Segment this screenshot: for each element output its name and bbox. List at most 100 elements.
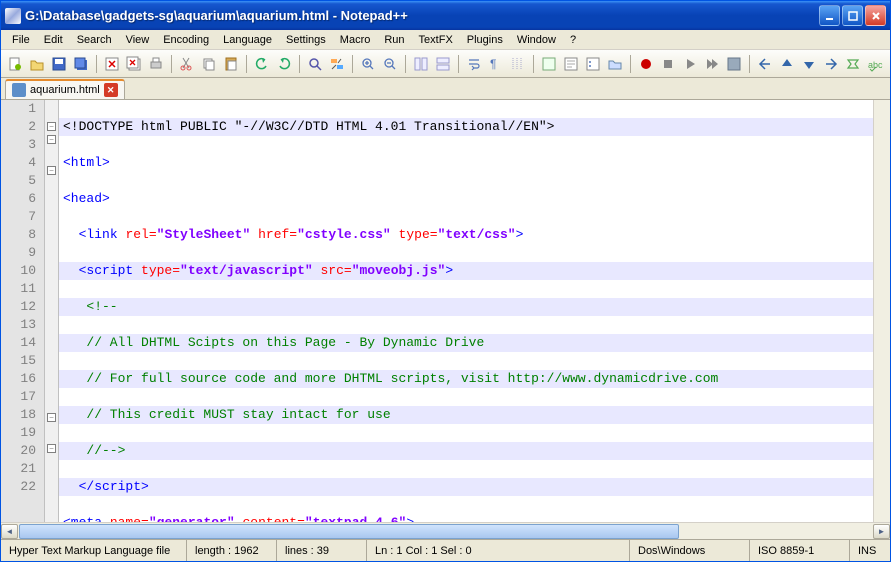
close-button[interactable]: [865, 5, 886, 26]
undo-icon[interactable]: [252, 54, 272, 74]
separator-icon: [246, 55, 247, 73]
tab-close-icon[interactable]: ✕: [104, 83, 118, 97]
scroll-thumb[interactable]: [19, 524, 679, 539]
separator-icon: [749, 55, 750, 73]
menu-edit[interactable]: Edit: [37, 32, 70, 48]
wrap-icon[interactable]: [464, 54, 484, 74]
tb-extra2-icon[interactable]: [777, 54, 797, 74]
menu-run[interactable]: Run: [377, 32, 411, 48]
menu-search[interactable]: Search: [70, 32, 119, 48]
stop-macro-icon[interactable]: [658, 54, 678, 74]
maximize-button[interactable]: [842, 5, 863, 26]
tb-extra6-icon[interactable]: abc: [865, 54, 885, 74]
close-all-icon[interactable]: [124, 54, 144, 74]
tab-label: aquarium.html: [30, 84, 100, 96]
menu-macro[interactable]: Macro: [333, 32, 378, 48]
save-all-icon[interactable]: [71, 54, 91, 74]
tb-extra5-icon[interactable]: [843, 54, 863, 74]
menu-help[interactable]: ?: [563, 32, 583, 48]
play-macro-icon[interactable]: [680, 54, 700, 74]
close-file-icon[interactable]: [102, 54, 122, 74]
separator-icon: [630, 55, 631, 73]
paste-icon[interactable]: [221, 54, 241, 74]
svg-text:abc: abc: [868, 60, 883, 70]
app-icon: [5, 8, 21, 24]
sync-v-icon[interactable]: [411, 54, 431, 74]
menu-window[interactable]: Window: [510, 32, 563, 48]
redo-icon[interactable]: [274, 54, 294, 74]
code-text: // All DHTML Scipts on this Page - By Dy…: [63, 335, 484, 350]
editor: 1 2 3 4 5 6 7 8 9 10 11 12 13 14 15 16 1…: [1, 100, 890, 522]
func-list-icon[interactable]: [583, 54, 603, 74]
tabbar: aquarium.html ✕: [1, 78, 890, 100]
horizontal-scrollbar[interactable]: ◄ ►: [1, 522, 890, 539]
menu-settings[interactable]: Settings: [279, 32, 333, 48]
code-text: // This credit MUST stay intact for use: [63, 407, 391, 422]
all-chars-icon[interactable]: ¶: [486, 54, 506, 74]
line-number: 10: [1, 262, 36, 280]
new-file-icon[interactable]: [5, 54, 25, 74]
zoom-out-icon[interactable]: [380, 54, 400, 74]
doc-map-icon[interactable]: [561, 54, 581, 74]
status-eol: Dos\Windows: [630, 540, 750, 561]
line-number: 16: [1, 370, 36, 388]
menu-view[interactable]: View: [119, 32, 157, 48]
fold-toggle-icon[interactable]: −: [47, 413, 56, 422]
menu-language[interactable]: Language: [216, 32, 279, 48]
minimize-button[interactable]: [819, 5, 840, 26]
line-number: 6: [1, 190, 36, 208]
line-number: 19: [1, 424, 36, 442]
line-number: 12: [1, 298, 36, 316]
folder-panel-icon[interactable]: [605, 54, 625, 74]
menu-file[interactable]: File: [5, 32, 37, 48]
separator-icon: [299, 55, 300, 73]
open-file-icon[interactable]: [27, 54, 47, 74]
separator-icon: [458, 55, 459, 73]
scroll-right-icon[interactable]: ►: [873, 524, 890, 539]
line-number: 20: [1, 442, 36, 460]
indent-guide-icon[interactable]: [508, 54, 528, 74]
record-macro-icon[interactable]: [636, 54, 656, 74]
tab-aquarium[interactable]: aquarium.html ✕: [5, 79, 125, 99]
cut-icon[interactable]: [177, 54, 197, 74]
separator-icon: [352, 55, 353, 73]
separator-icon: [533, 55, 534, 73]
replace-icon[interactable]: [327, 54, 347, 74]
save-macro-icon[interactable]: [724, 54, 744, 74]
code-area[interactable]: <!DOCTYPE html PUBLIC "-//W3C//DTD HTML …: [59, 100, 873, 522]
sync-h-icon[interactable]: [433, 54, 453, 74]
line-number: 18: [1, 406, 36, 424]
statusbar: Hyper Text Markup Language file length :…: [1, 539, 890, 561]
toolbar: ¶ abc: [1, 50, 890, 78]
line-number: 8: [1, 226, 36, 244]
menu-encoding[interactable]: Encoding: [156, 32, 216, 48]
titlebar[interactable]: G:\Database\gadgets-sg\aquarium\aquarium…: [1, 1, 890, 30]
fold-margin: − − − − −: [45, 100, 59, 522]
menu-textfx[interactable]: TextFX: [412, 32, 460, 48]
zoom-in-icon[interactable]: [358, 54, 378, 74]
find-icon[interactable]: [305, 54, 325, 74]
fold-toggle-icon[interactable]: −: [47, 444, 56, 453]
status-length: length : 1962: [187, 540, 277, 561]
save-icon[interactable]: [49, 54, 69, 74]
menu-plugins[interactable]: Plugins: [460, 32, 510, 48]
vertical-scrollbar[interactable]: [873, 100, 890, 522]
tb-extra1-icon[interactable]: [755, 54, 775, 74]
copy-icon[interactable]: [199, 54, 219, 74]
lang-user-icon[interactable]: [539, 54, 559, 74]
separator-icon: [171, 55, 172, 73]
scroll-left-icon[interactable]: ◄: [1, 524, 18, 539]
tb-extra3-icon[interactable]: [799, 54, 819, 74]
line-number: 17: [1, 388, 36, 406]
line-number: 15: [1, 352, 36, 370]
line-number: 7: [1, 208, 36, 226]
svg-text:¶: ¶: [490, 57, 496, 71]
status-mode: INS: [850, 540, 890, 561]
fold-toggle-icon[interactable]: −: [47, 166, 56, 175]
print-icon[interactable]: [146, 54, 166, 74]
play-multi-icon[interactable]: [702, 54, 722, 74]
fold-toggle-icon[interactable]: −: [47, 135, 56, 144]
line-number: 1: [1, 100, 36, 118]
tb-extra4-icon[interactable]: [821, 54, 841, 74]
fold-toggle-icon[interactable]: −: [47, 122, 56, 131]
